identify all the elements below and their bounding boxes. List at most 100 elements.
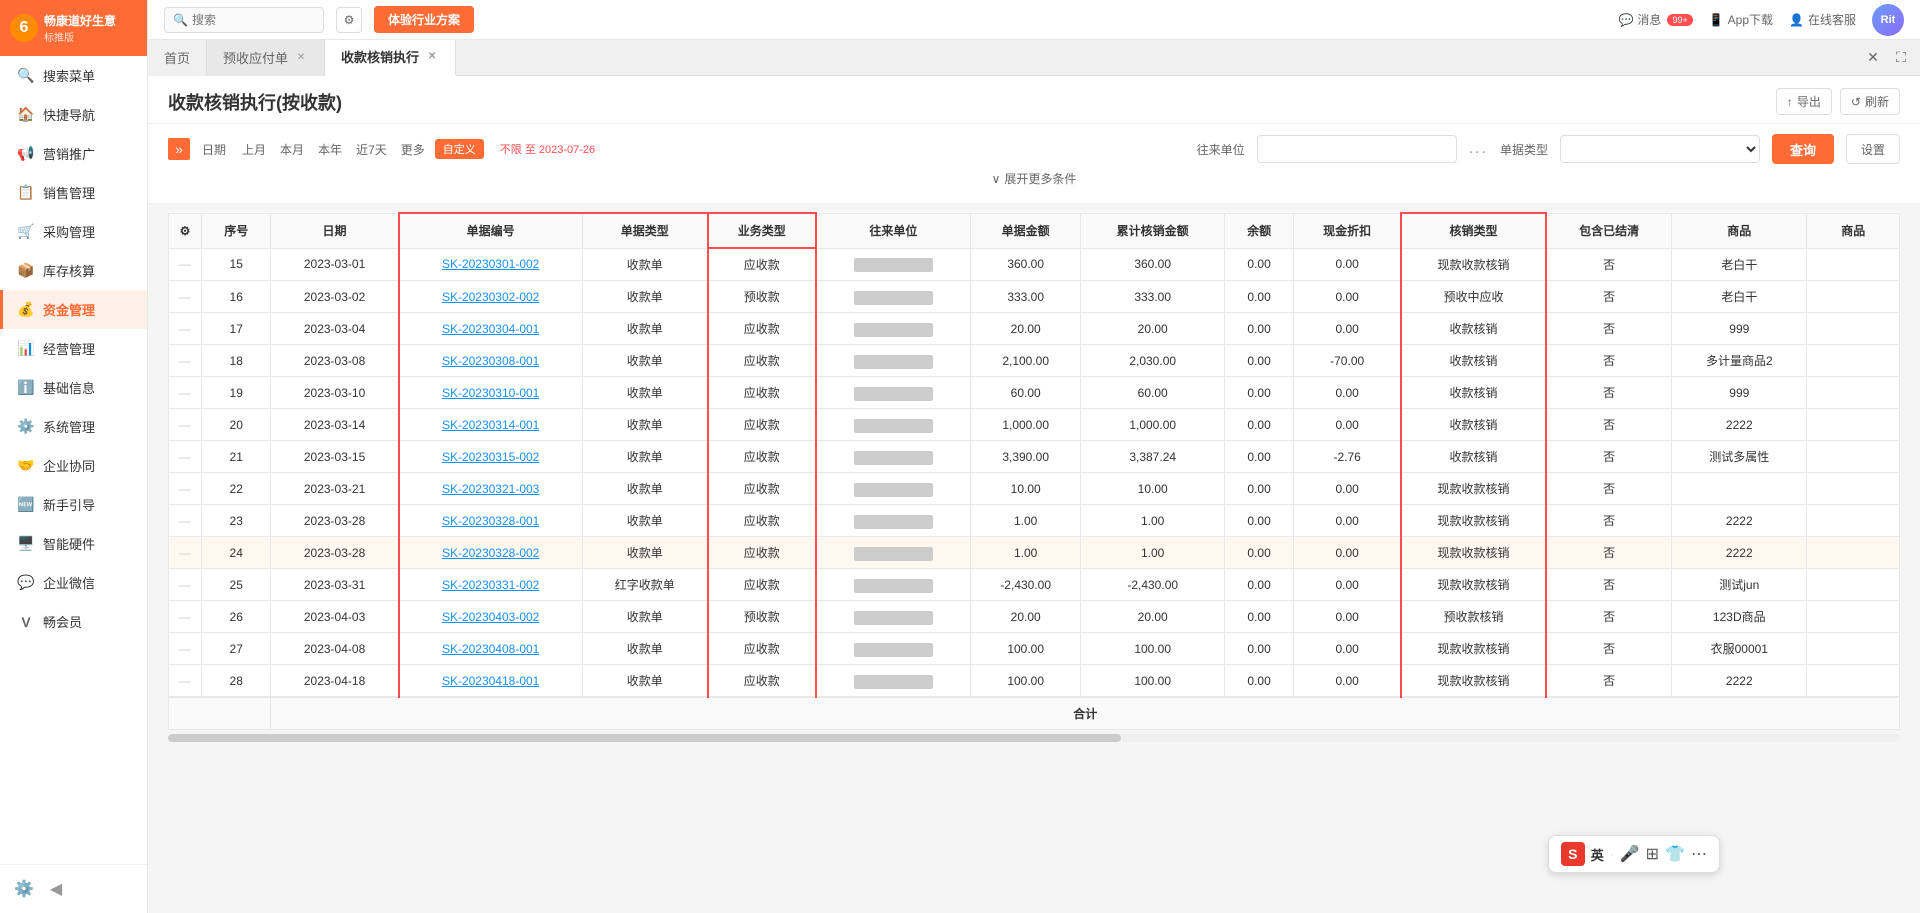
td-voucher-no: SK-20230418-001 (399, 665, 582, 698)
voucher-no-link[interactable]: SK-20230418-001 (442, 674, 539, 688)
voucher-no-link[interactable]: SK-20230403-002 (442, 610, 539, 624)
sidebar-item-inventory[interactable]: 📦 库存核算 (0, 251, 147, 290)
td-balance: 0.00 (1224, 377, 1293, 409)
sidebar-item-sales[interactable]: 📋 销售管理 (0, 173, 147, 212)
sidebar-item-basic[interactable]: ℹ️ 基础信息 (0, 368, 147, 407)
gear-button[interactable]: ⚙ (336, 7, 362, 33)
table-row[interactable]: — 17 2023-03-04 SK-20230304-001 收款单 应收款 … (169, 313, 1900, 345)
voucher-no-link[interactable]: SK-20230315-002 (442, 450, 539, 464)
voucher-no-link[interactable]: SK-20230302-002 (442, 290, 539, 304)
collapse-icon[interactable]: ◀ (50, 879, 62, 899)
sidebar-item-system[interactable]: ⚙️ 系统管理 (0, 407, 147, 446)
table-row[interactable]: — 16 2023-03-02 SK-20230302-002 收款单 预收款 … (169, 281, 1900, 313)
close-advance-payment-tab[interactable]: ✕ (294, 51, 308, 65)
online-service-button[interactable]: 👤 在线客服 (1789, 11, 1856, 28)
close-tab-button[interactable]: ✕ (1862, 47, 1884, 69)
td-voucher-no: SK-20230310-001 (399, 377, 582, 409)
settings-bottom-icon[interactable]: ⚙️ (14, 879, 34, 899)
sidebar-item-quick-nav[interactable]: 🏠 快捷导航 (0, 95, 147, 134)
td-gear: — (169, 569, 202, 601)
table-row[interactable]: — 19 2023-03-10 SK-20230310-001 收款单 应收款 … (169, 377, 1900, 409)
service-icon: 👤 (1789, 13, 1804, 27)
query-button[interactable]: 查询 (1772, 134, 1834, 164)
sidebar-item-member[interactable]: V 畅会员 (0, 602, 147, 641)
counterparty-input[interactable] (1257, 135, 1457, 163)
sidebar-item-purchase[interactable]: 🛒 采购管理 (0, 212, 147, 251)
sidebar-item-guide[interactable]: 🆕 新手引导 (0, 485, 147, 524)
table-row[interactable]: — 22 2023-03-21 SK-20230321-003 收款单 应收款 … (169, 473, 1900, 505)
filter-expand-button[interactable]: » (168, 138, 190, 160)
voucher-no-link[interactable]: SK-20230331-002 (442, 578, 539, 592)
td-amount: 10.00 (970, 473, 1081, 505)
voucher-no-link[interactable]: SK-20230310-001 (442, 386, 539, 400)
expand-more-conditions[interactable]: ∨ 展开更多条件 (168, 164, 1900, 193)
user-avatar[interactable]: Rit (1872, 4, 1904, 36)
voucher-no-link[interactable]: SK-20230304-001 (442, 322, 539, 336)
tab-home[interactable]: 首页 (148, 40, 207, 76)
tab-advance-payment[interactable]: 预收应付单 ✕ (207, 40, 325, 76)
th-gear[interactable]: ⚙ (169, 213, 202, 248)
voucher-type-select[interactable] (1560, 135, 1760, 163)
search-input[interactable] (192, 13, 315, 27)
refresh-button[interactable]: ↺ 刷新 (1840, 88, 1900, 115)
td-balance: 0.00 (1224, 345, 1293, 377)
filter-more-dots[interactable]: ... (1469, 140, 1488, 158)
date-last-month[interactable]: 上月 (238, 139, 270, 160)
sidebar-item-marketing[interactable]: 📢 营销推广 (0, 134, 147, 173)
filter-bar: » 日期 上月 本月 本年 近7天 更多 自定义 不限 至 2023-07-26… (148, 124, 1920, 204)
td-voucher-type: 收款单 (582, 281, 708, 313)
grid-icon[interactable]: ⊞ (1646, 844, 1659, 864)
voucher-no-link[interactable]: SK-20230328-002 (442, 546, 539, 560)
maximize-tab-button[interactable]: ⛶ (1890, 47, 1912, 69)
sidebar-item-company[interactable]: 🤝 企业协同 (0, 446, 147, 485)
table-row[interactable]: — 25 2023-03-31 SK-20230331-002 红字收款单 应收… (169, 569, 1900, 601)
voucher-no-link[interactable]: SK-20230321-003 (442, 482, 539, 496)
voucher-no-link[interactable]: SK-20230408-001 (442, 642, 539, 656)
shirt-icon[interactable]: 👕 (1665, 844, 1685, 864)
tab-receipt-writeoff[interactable]: 收款核销执行 ✕ (325, 40, 456, 76)
table-row[interactable]: — 23 2023-03-28 SK-20230328-001 收款单 应收款 … (169, 505, 1900, 537)
messages-button[interactable]: 💬 消息 99+ (1618, 11, 1692, 28)
table-row[interactable]: — 21 2023-03-15 SK-20230315-002 收款单 应收款 … (169, 441, 1900, 473)
horizontal-scrollbar[interactable] (168, 734, 1900, 742)
voucher-no-link[interactable]: SK-20230308-001 (442, 354, 539, 368)
more-icon[interactable]: ⋯ (1691, 844, 1707, 864)
table-row[interactable]: — 27 2023-04-08 SK-20230408-001 收款单 应收款 … (169, 633, 1900, 665)
microphone-icon[interactable]: 🎤 (1620, 844, 1640, 864)
export-button[interactable]: ↑ 导出 (1776, 88, 1832, 115)
tabbar: 首页 预收应付单 ✕ 收款核销执行 ✕ ✕ ⛶ (148, 40, 1920, 76)
date-options: 上月 本月 本年 近7天 更多 自定义 (238, 139, 484, 160)
td-biz-type: 应收款 (708, 377, 816, 409)
voucher-no-link[interactable]: SK-20230314-001 (442, 418, 539, 432)
date-this-year[interactable]: 本年 (314, 139, 346, 160)
table-row[interactable]: — 15 2023-03-01 SK-20230301-002 收款单 应收款 … (169, 248, 1900, 281)
sidebar-item-hardware[interactable]: 🖥️ 智能硬件 (0, 524, 147, 563)
float-toolbar-label: 英 (1591, 845, 1604, 864)
table-row[interactable]: — 20 2023-03-14 SK-20230314-001 收款单 应收款 … (169, 409, 1900, 441)
topbar-search-box[interactable]: 🔍 (164, 7, 324, 33)
app-download-button[interactable]: 📱 App下载 (1709, 11, 1773, 28)
solution-button[interactable]: 体验行业方案 (374, 6, 474, 33)
date-7days[interactable]: 近7天 (352, 139, 391, 160)
sidebar-item-search[interactable]: 🔍 搜索菜单 (0, 56, 147, 95)
inventory-icon: 📦 (17, 262, 35, 280)
td-gear: — (169, 537, 202, 569)
close-receipt-writeoff-tab[interactable]: ✕ (425, 50, 439, 64)
date-custom-btn[interactable]: 自定义 (435, 139, 484, 159)
sidebar-item-finance[interactable]: 💰 资金管理 (0, 290, 147, 329)
th-biz-type: 业务类型 (708, 213, 816, 248)
page-header-actions: ↑ 导出 ↺ 刷新 (1776, 88, 1900, 115)
sidebar-item-operations[interactable]: 📊 经营管理 (0, 329, 147, 368)
table-row[interactable]: — 18 2023-03-08 SK-20230308-001 收款单 应收款 … (169, 345, 1900, 377)
setting-button[interactable]: 设置 (1846, 134, 1900, 164)
table-row[interactable]: — 24 2023-03-28 SK-20230328-002 收款单 应收款 … (169, 537, 1900, 569)
table-row[interactable]: — 26 2023-04-03 SK-20230403-002 收款单 预收款 … (169, 601, 1900, 633)
td-product2 (1807, 281, 1900, 313)
date-this-month[interactable]: 本月 (276, 139, 308, 160)
td-no: 23 (202, 505, 271, 537)
sidebar-item-wechat[interactable]: 💬 企业微信 (0, 563, 147, 602)
voucher-no-link[interactable]: SK-20230301-002 (442, 257, 539, 271)
voucher-no-link[interactable]: SK-20230328-001 (442, 514, 539, 528)
date-more[interactable]: 更多 (397, 139, 429, 160)
table-row[interactable]: — 28 2023-04-18 SK-20230418-001 收款单 应收款 … (169, 665, 1900, 698)
